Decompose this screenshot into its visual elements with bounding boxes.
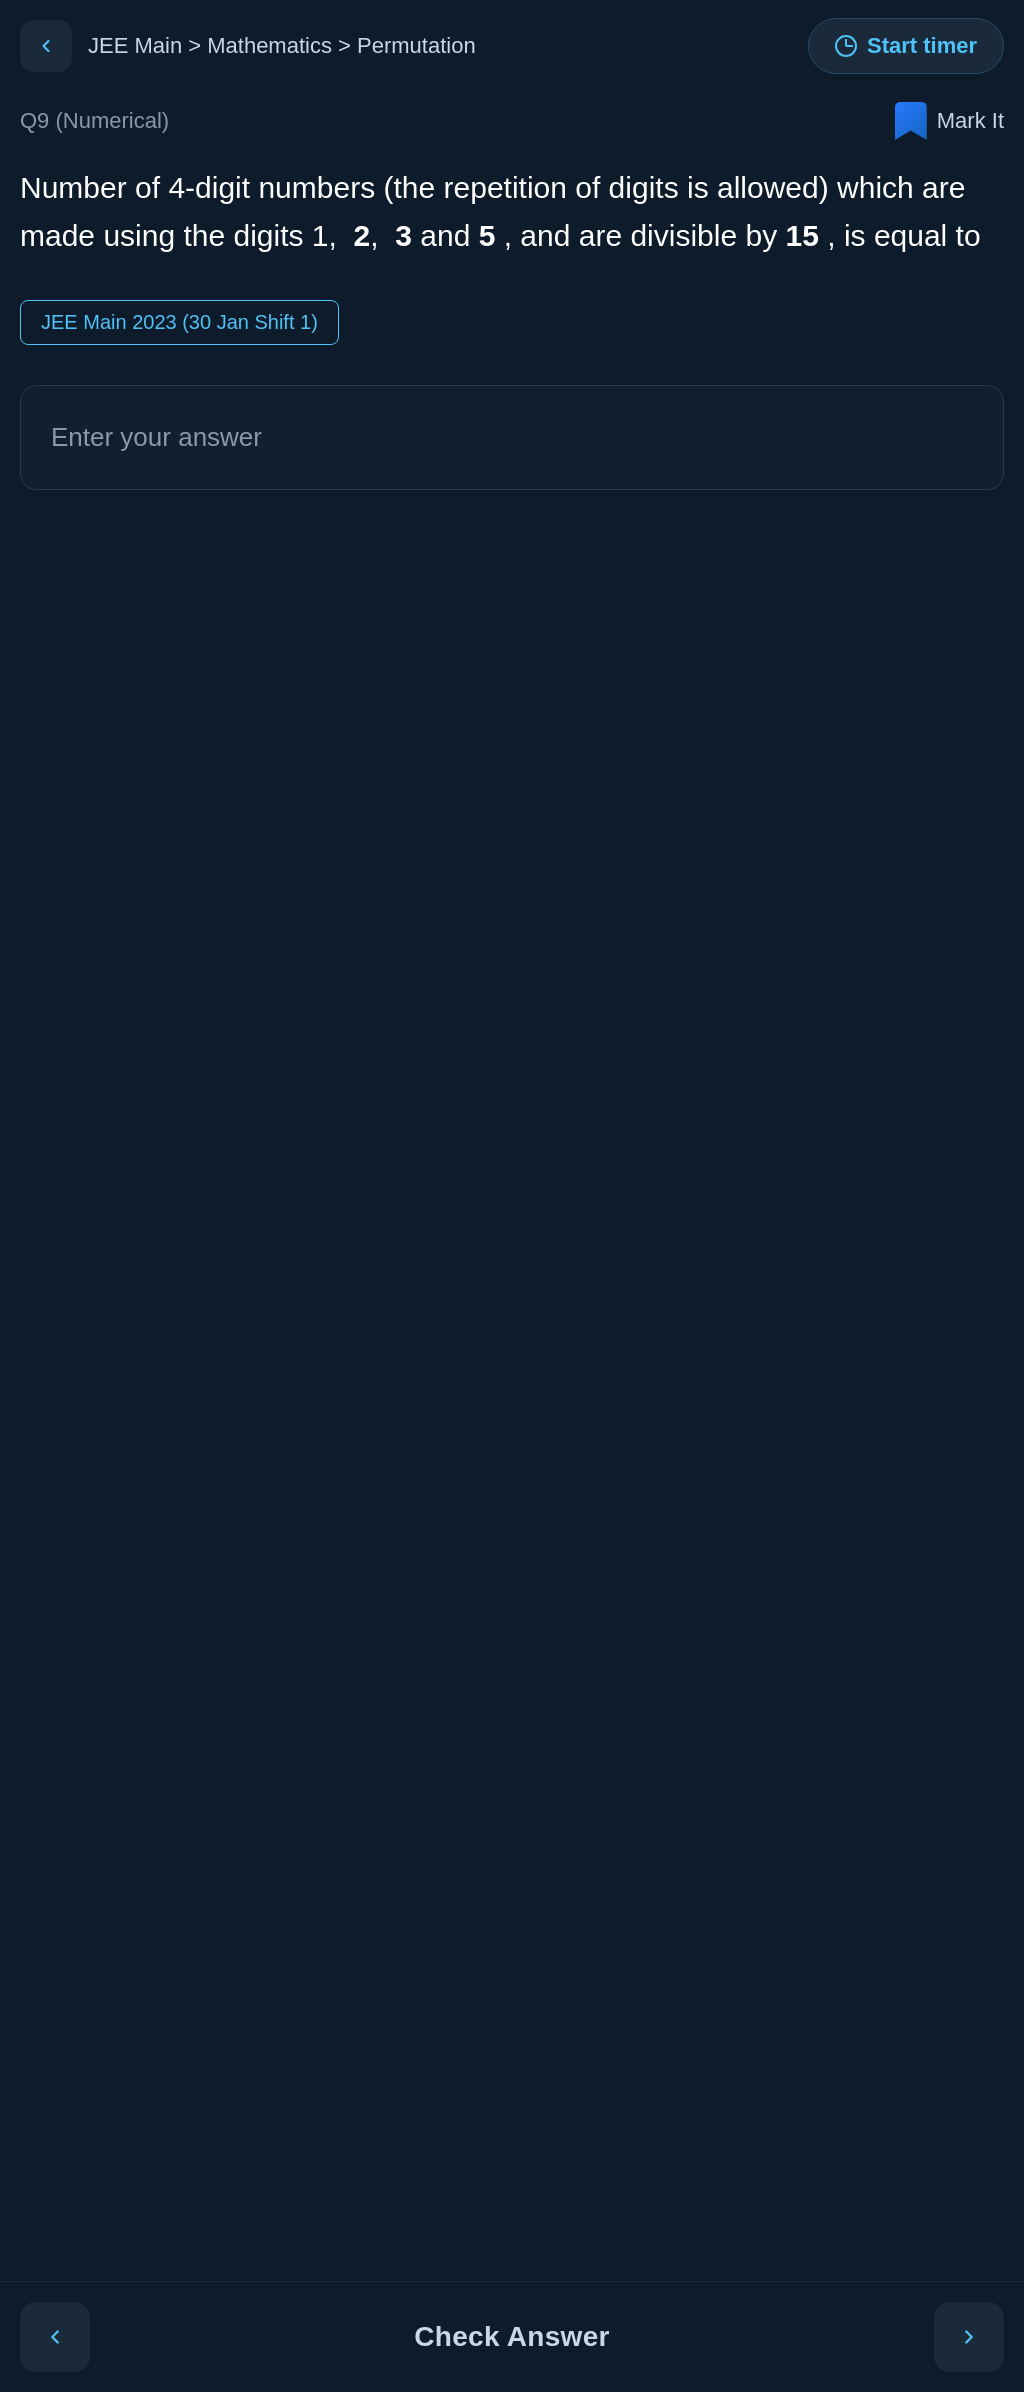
start-timer-button[interactable]: Start timer [808,18,1004,74]
question-meta: Q9 (Numerical) Mark It [0,92,1024,154]
header-left: JEE Main > Mathematics > Permutation [20,20,476,72]
prev-button[interactable] [20,2302,90,2372]
answer-input[interactable] [51,422,973,453]
back-button[interactable] [20,20,72,72]
check-answer-button[interactable]: Check Answer [414,2321,610,2353]
digit-3: 3 [395,219,412,252]
start-timer-label: Start timer [867,33,977,59]
breadcrumb: JEE Main > Mathematics > Permutation [88,33,476,59]
bottom-bar: Check Answer [0,2281,1024,2392]
digit-2: 2 [354,219,371,252]
bookmark-icon [895,102,927,140]
mark-it-button[interactable]: Mark It [895,102,1004,140]
question-tag-chip: JEE Main 2023 (30 Jan Shift 1) [20,300,339,345]
question-tag-section: JEE Main 2023 (30 Jan Shift 1) [20,300,1004,345]
question-label: Q9 (Numerical) [20,108,169,134]
question-body: Number of 4-digit numbers (the repetitio… [0,154,1024,280]
answer-input-box [20,385,1004,490]
question-text: Number of 4-digit numbers (the repetitio… [20,164,1004,260]
divisor-15: 15 [786,219,819,252]
digit-5: 5 [479,219,496,252]
header: JEE Main > Mathematics > Permutation Sta… [0,0,1024,92]
answer-section [20,385,1004,490]
mark-it-label: Mark It [937,108,1004,134]
timer-icon [835,35,857,57]
next-button[interactable] [934,2302,1004,2372]
